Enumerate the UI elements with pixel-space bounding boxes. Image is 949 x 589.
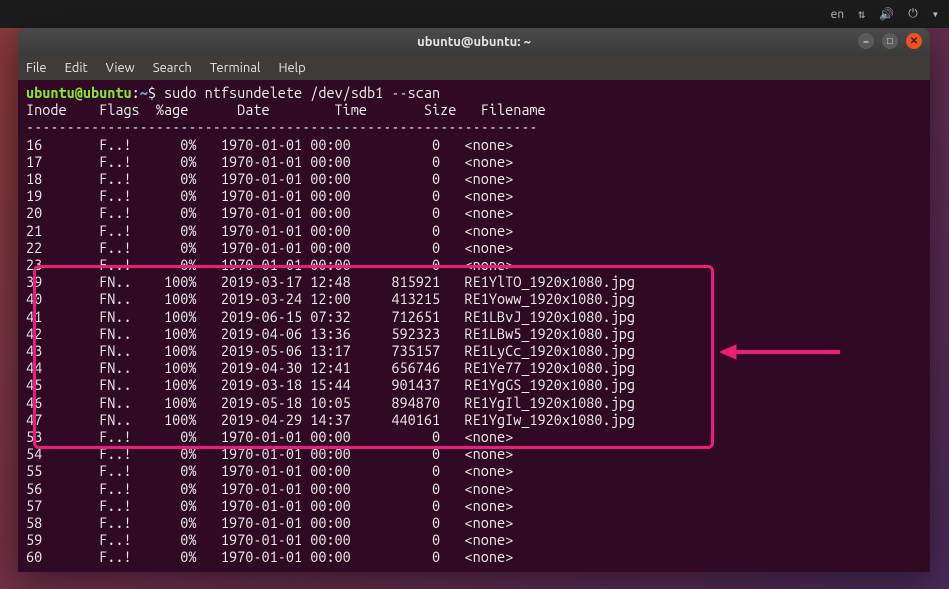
menu-view[interactable]: View [106,61,135,75]
chevron-down-icon[interactable]: ▾ [932,7,939,21]
window-titlebar[interactable]: ubuntu@ubuntu: ~ – □ ✕ [18,28,930,56]
menu-terminal[interactable]: Terminal [210,61,261,75]
language-indicator[interactable]: en [831,8,844,21]
network-icon[interactable]: ⇅ [858,7,865,21]
minimize-button[interactable]: – [858,33,874,49]
menu-search[interactable]: Search [153,61,192,75]
window-title: ubuntu@ubuntu: ~ [417,35,531,49]
menubar: File Edit View Search Terminal Help [18,56,930,80]
gnome-topbar: en ⇅ 🔊 ⏻ ▾ [0,0,949,28]
terminal-output[interactable]: ubuntu@ubuntu:~$ sudo ntfsundelete /dev/… [18,80,930,572]
maximize-button[interactable]: □ [882,33,898,49]
menu-edit[interactable]: Edit [65,61,88,75]
volume-icon[interactable]: 🔊 [879,7,894,21]
terminal-window: ubuntu@ubuntu: ~ – □ ✕ File Edit View Se… [18,28,930,572]
menu-file[interactable]: File [26,61,47,75]
power-icon[interactable]: ⏻ [908,7,918,21]
menu-help[interactable]: Help [278,61,305,75]
close-button[interactable]: ✕ [906,33,922,49]
